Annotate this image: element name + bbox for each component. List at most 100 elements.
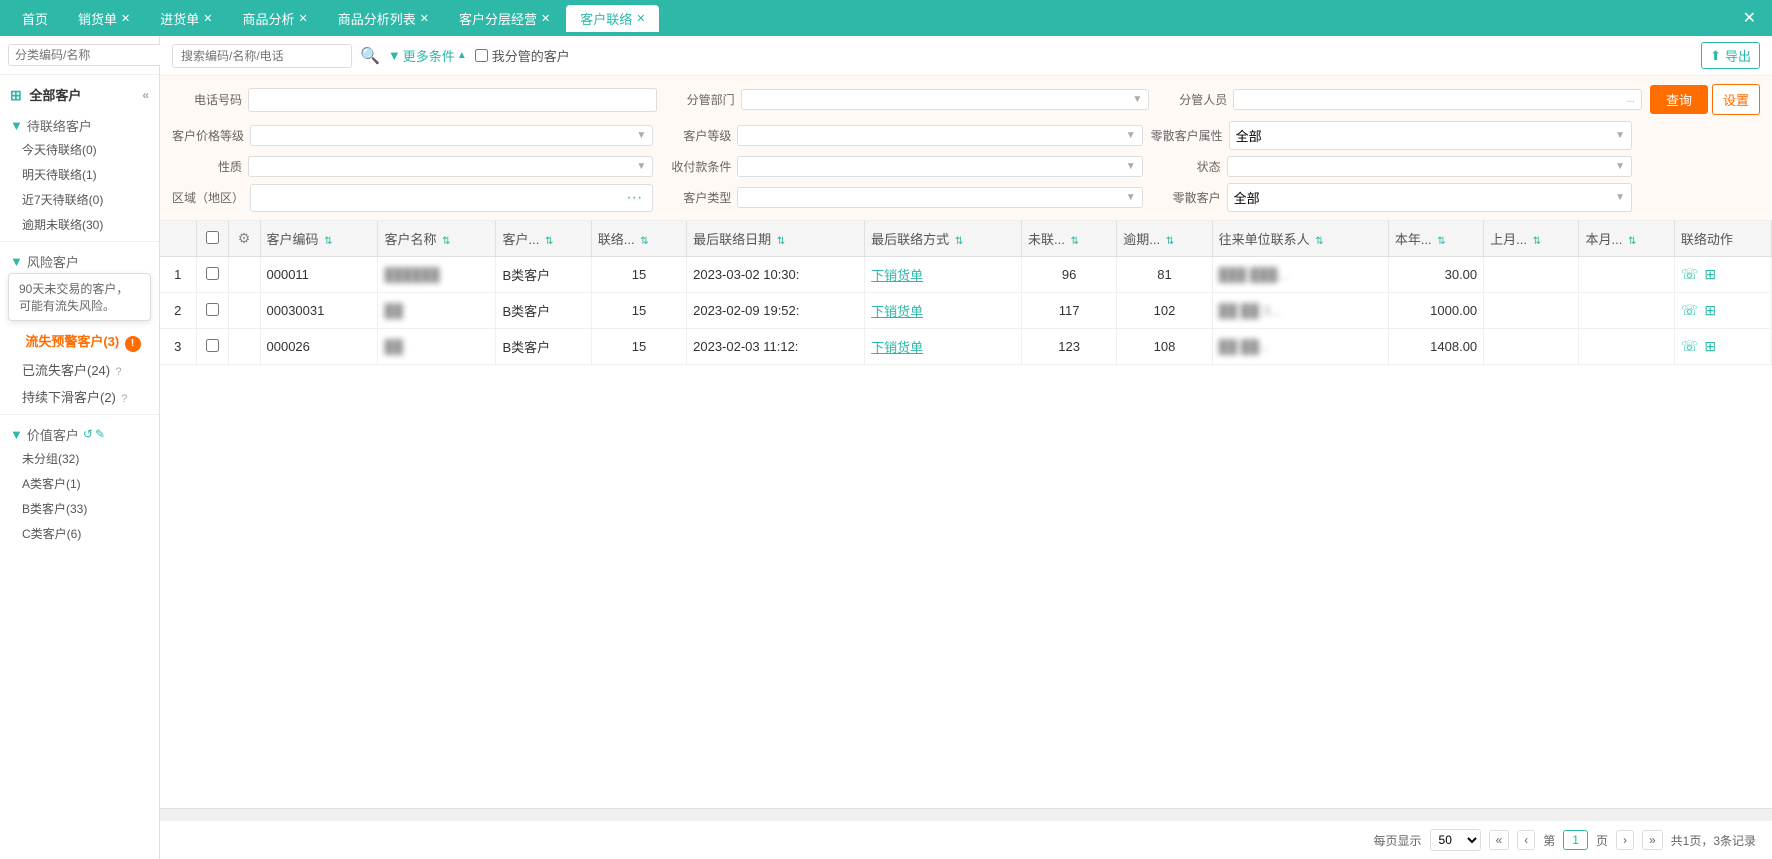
region-select[interactable]: ··· (250, 184, 653, 212)
first-page-button[interactable]: « (1489, 830, 1510, 850)
my-customers-checkbox[interactable] (475, 49, 488, 62)
th-unit-contact[interactable]: 往来单位联系人 ⇅ (1212, 221, 1388, 257)
cell-last-contact-method[interactable]: 下销货单 (865, 257, 1022, 293)
scrollbar-area[interactable] (160, 808, 1772, 820)
cell-checkbox[interactable] (196, 257, 228, 293)
sidebar-item-overdue[interactable]: 逾期未联络(30) (0, 212, 159, 237)
status-select[interactable]: ▼ (1227, 156, 1632, 177)
window-close-button[interactable]: ✕ (1735, 8, 1764, 28)
zero-customer-select[interactable]: 全部 ▼ (1227, 183, 1632, 212)
row-checkbox[interactable] (206, 267, 219, 280)
sidebar-section-risk[interactable]: ▼ 风险客户 (0, 246, 159, 273)
sidebar-content: ⊞ 全部客户 « ▼ 待联络客户 今天待联络(0) 明天待联络(1) 近7天待联… (0, 75, 159, 859)
payment-select[interactable]: ▼ (737, 156, 1142, 177)
page-label: 第 (1543, 832, 1555, 849)
customer-level-select[interactable]: ▼ (737, 125, 1142, 146)
filter-customer-level-field: 客户等级 ▼ (661, 125, 1142, 146)
close-icon[interactable]: ✕ (420, 12, 429, 25)
arrow-icon: ▼ (10, 254, 23, 269)
th-level[interactable]: 客户... ⇅ (496, 221, 591, 257)
gear-icon[interactable]: ⚙ (238, 230, 251, 246)
collapse-icon[interactable]: « (142, 88, 149, 102)
search-input[interactable] (172, 44, 352, 68)
nature-select[interactable]: ▼ (248, 156, 653, 177)
my-customers-checkbox-label[interactable]: 我分管的客户 (475, 46, 570, 65)
nav-tab-home[interactable]: 首页 (8, 5, 62, 32)
sidebar-item-today[interactable]: 今天待联络(0) (0, 137, 159, 162)
sidebar-item-7days[interactable]: 近7天待联络(0) (0, 187, 159, 212)
sidebar-item-c-class[interactable]: C类客户(6) (0, 521, 159, 546)
row-checkbox[interactable] (206, 303, 219, 316)
phone-action-icon[interactable]: ☏ (1681, 266, 1699, 283)
export-button[interactable]: ⬆ 导出 (1701, 42, 1760, 69)
per-page-select[interactable]: 50 20 100 (1430, 829, 1481, 851)
zero-attr-select[interactable]: 全部 ▼ (1229, 121, 1632, 150)
contact-method-link[interactable]: 下销货单 (871, 340, 923, 355)
more-action-icon[interactable]: ⊞ (1704, 338, 1716, 355)
query-button[interactable]: 查询 (1650, 85, 1708, 114)
sidebar-search-input[interactable] (8, 44, 177, 66)
sidebar-item-ungrouped[interactable]: 未分组(32) (0, 446, 159, 471)
cell-checkbox[interactable] (196, 293, 228, 329)
next-page-button[interactable]: › (1616, 830, 1634, 850)
last-page-button[interactable]: » (1642, 830, 1663, 850)
close-icon[interactable]: ✕ (299, 12, 308, 25)
th-gear[interactable]: ⚙ (228, 221, 260, 257)
close-icon[interactable]: ✕ (203, 12, 212, 25)
contact-method-link[interactable]: 下销货单 (871, 304, 923, 319)
nav-tab-customer-contact[interactable]: 客户联络 ✕ (566, 5, 659, 32)
more-dots-icon[interactable]: ··· (622, 189, 646, 207)
nav-tab-sales[interactable]: 销货单 ✕ (64, 5, 144, 32)
prev-page-button[interactable]: ‹ (1517, 830, 1535, 850)
th-last-contact-date[interactable]: 最后联络日期 ⇅ (687, 221, 865, 257)
more-conditions-button[interactable]: ▼ 更多条件 ▲ (388, 46, 467, 65)
customer-type-select[interactable]: ▼ (737, 187, 1142, 208)
search-button[interactable]: 🔍 (360, 46, 380, 66)
refresh-icon[interactable]: ↺ (83, 427, 93, 441)
sidebar-item-a-class[interactable]: A类客户(1) (0, 471, 159, 496)
sidebar-root[interactable]: ⊞ 全部客户 « (0, 79, 159, 110)
sidebar-item-b-class[interactable]: B类客户(33) (0, 496, 159, 521)
nav-tab-purchase[interactable]: 进货单 ✕ (146, 5, 226, 32)
dept-select[interactable]: ▼ (741, 89, 1150, 110)
sidebar-item-churn-warning[interactable]: 流失预警客户(3) ! (0, 327, 159, 356)
sidebar-section-value[interactable]: ▼ 价值客户 ↺ ✎ (0, 419, 159, 446)
sidebar-section-pending[interactable]: ▼ 待联络客户 (0, 110, 159, 137)
more-action-icon[interactable]: ⊞ (1704, 266, 1716, 283)
th-last-contact-method[interactable]: 最后联络方式 ⇅ (865, 221, 1022, 257)
nav-tab-analysis-list[interactable]: 商品分析列表 ✕ (324, 5, 443, 32)
phone-action-icon[interactable]: ☏ (1681, 302, 1699, 319)
cell-last-contact-method[interactable]: 下销货单 (865, 329, 1022, 365)
cell-last-contact-method[interactable]: 下销货单 (865, 293, 1022, 329)
close-icon[interactable]: ✕ (121, 12, 130, 25)
cell-checkbox[interactable] (196, 329, 228, 365)
row-checkbox[interactable] (206, 339, 219, 352)
table-row: 1 000011 ██████ B类客户 15 2023-03-02 10:30… (160, 257, 1772, 293)
phone-action-icon[interactable]: ☏ (1681, 338, 1699, 355)
more-action-icon[interactable]: ⊞ (1704, 302, 1716, 319)
price-level-select[interactable]: ▼ (250, 125, 653, 146)
th-this-year[interactable]: 本年... ⇅ (1388, 221, 1483, 257)
settings-button[interactable]: 设置 (1712, 84, 1760, 115)
manager-select[interactable]: ... (1233, 89, 1642, 110)
close-icon[interactable]: ✕ (541, 12, 550, 25)
close-icon[interactable]: ✕ (636, 12, 645, 25)
th-code[interactable]: 客户编码 ⇅ (260, 221, 378, 257)
th-no-contact[interactable]: 未联... ⇅ (1021, 221, 1116, 257)
th-name[interactable]: 客户名称 ⇅ (378, 221, 496, 257)
sidebar-item-churned[interactable]: 已流失客户(24) ? (0, 356, 159, 383)
nav-tab-analysis[interactable]: 商品分析 ✕ (228, 5, 321, 32)
contact-method-link[interactable]: 下销货单 (871, 268, 923, 283)
nav-tab-customer-tier[interactable]: 客户分层经营 ✕ (445, 5, 564, 32)
phone-input[interactable] (248, 88, 657, 112)
chevron-up-icon: ▲ (457, 50, 467, 61)
th-last-month[interactable]: 上月... ⇅ (1484, 221, 1579, 257)
sidebar-item-declining[interactable]: 持续下滑客户(2) ? (0, 383, 159, 410)
select-all-checkbox[interactable] (206, 231, 219, 244)
table-container[interactable]: ⚙ 客户编码 ⇅ 客户名称 ⇅ 客户... ⇅ (160, 221, 1772, 808)
th-contact[interactable]: 联络... ⇅ (591, 221, 686, 257)
th-this-month[interactable]: 本月... ⇅ (1579, 221, 1674, 257)
th-overdue[interactable]: 逾期... ⇅ (1117, 221, 1212, 257)
edit-icon[interactable]: ✎ (95, 427, 105, 441)
sidebar-item-tomorrow[interactable]: 明天待联络(1) (0, 162, 159, 187)
